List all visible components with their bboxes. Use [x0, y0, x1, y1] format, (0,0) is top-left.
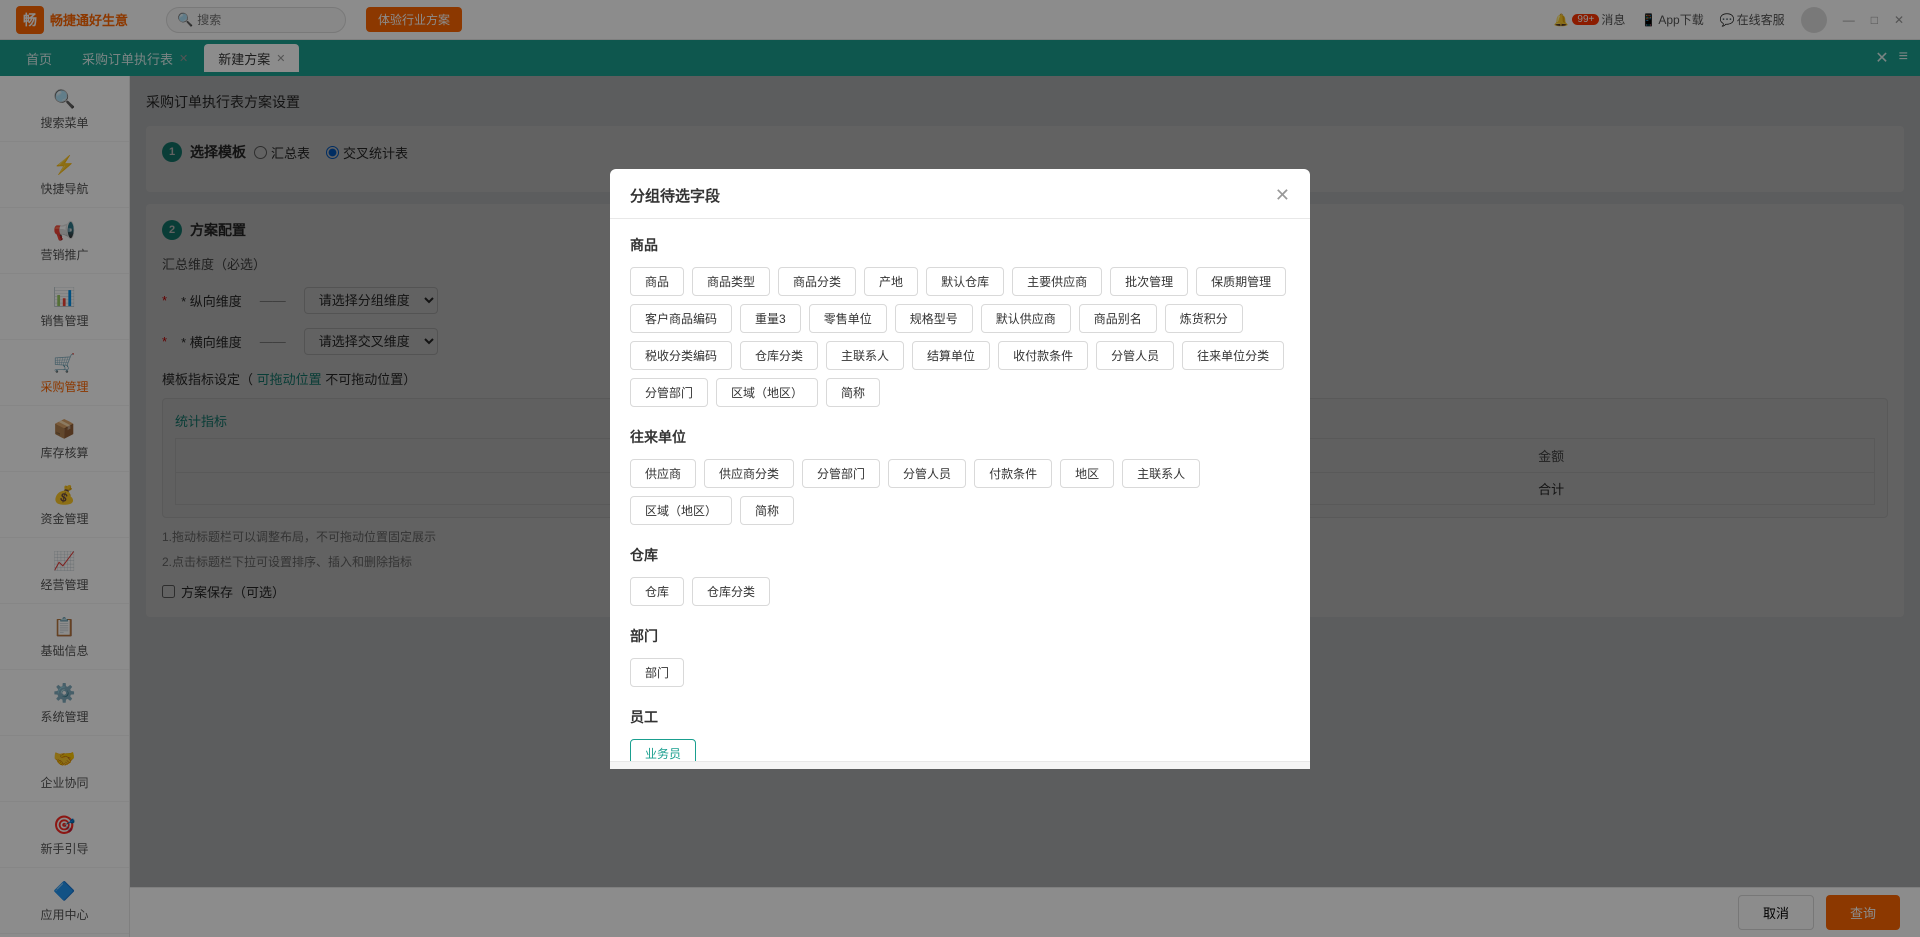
field-tag[interactable]: 部门 — [630, 658, 684, 687]
field-tag[interactable]: 商品类型 — [692, 267, 770, 296]
section-department: 部门 部门 — [630, 626, 1290, 687]
field-tag[interactable]: 分管人员 — [888, 459, 966, 488]
section-warehouse: 仓库 仓库 仓库分类 — [630, 545, 1290, 606]
product-field-tags: 商品 商品类型 商品分类 产地 默认仓库 主要供应商 批次管理 保质期管理 客户… — [630, 267, 1290, 407]
field-tag[interactable]: 重量3 — [740, 304, 801, 333]
field-tag[interactable]: 收付款条件 — [998, 341, 1088, 370]
field-select-modal: 分组待选字段 ✕ 商品 商品 商品类型 商品分类 产地 默认仓库 主要供应商 批… — [610, 169, 1310, 769]
field-tag[interactable]: 仓库分类 — [692, 577, 770, 606]
field-tag[interactable]: 简称 — [740, 496, 794, 525]
modal-header: 分组待选字段 ✕ — [610, 169, 1310, 219]
field-tag[interactable]: 结算单位 — [912, 341, 990, 370]
partner-field-tags: 供应商 供应商分类 分管部门 分管人员 付款条件 地区 主联系人 区域（地区） … — [630, 459, 1290, 525]
field-tag[interactable]: 零售单位 — [809, 304, 887, 333]
field-tag[interactable]: 付款条件 — [974, 459, 1052, 488]
field-tag[interactable]: 供应商 — [630, 459, 696, 488]
field-tag[interactable]: 主联系人 — [1122, 459, 1200, 488]
warehouse-field-tags: 仓库 仓库分类 — [630, 577, 1290, 606]
section-partner: 往来单位 供应商 供应商分类 分管部门 分管人员 付款条件 地区 主联系人 区域… — [630, 427, 1290, 525]
section-warehouse-title: 仓库 — [630, 545, 1290, 565]
field-tag[interactable]: 简称 — [826, 378, 880, 407]
modal-title: 分组待选字段 — [630, 185, 720, 206]
field-tag[interactable]: 主联系人 — [826, 341, 904, 370]
section-dept-title: 部门 — [630, 626, 1290, 646]
field-tag[interactable]: 产地 — [864, 267, 918, 296]
field-tag[interactable]: 规格型号 — [895, 304, 973, 333]
field-tag[interactable]: 区域（地区） — [716, 378, 818, 407]
field-tag[interactable]: 保质期管理 — [1196, 267, 1286, 296]
field-tag[interactable]: 供应商分类 — [704, 459, 794, 488]
field-tag[interactable]: 区域（地区） — [630, 496, 732, 525]
section-partner-title: 往来单位 — [630, 427, 1290, 447]
field-tag[interactable]: 商品分类 — [778, 267, 856, 296]
field-tag[interactable]: 分管部门 — [630, 378, 708, 407]
section-employee: 员工 业务员 — [630, 707, 1290, 761]
field-tag[interactable]: 分管部门 — [802, 459, 880, 488]
modal-close-button[interactable]: ✕ — [1275, 186, 1290, 204]
section-product-title: 商品 — [630, 235, 1290, 255]
field-tag[interactable]: 仓库分类 — [740, 341, 818, 370]
emp-field-tags: 业务员 — [630, 739, 1290, 761]
field-tag[interactable]: 批次管理 — [1110, 267, 1188, 296]
field-tag[interactable]: 商品 — [630, 267, 684, 296]
field-tag[interactable]: 税收分类编码 — [630, 341, 732, 370]
field-tag[interactable]: 地区 — [1060, 459, 1114, 488]
field-tag[interactable]: 主要供应商 — [1012, 267, 1102, 296]
field-tag[interactable]: 默认仓库 — [926, 267, 1004, 296]
field-tag[interactable]: 仓库 — [630, 577, 684, 606]
field-tag[interactable]: 默认供应商 — [981, 304, 1071, 333]
section-product: 商品 商品 商品类型 商品分类 产地 默认仓库 主要供应商 批次管理 保质期管理… — [630, 235, 1290, 407]
field-tag[interactable]: 客户商品编码 — [630, 304, 732, 333]
dept-field-tags: 部门 — [630, 658, 1290, 687]
field-tag[interactable]: 炼货积分 — [1165, 304, 1243, 333]
modal-body[interactable]: 商品 商品 商品类型 商品分类 产地 默认仓库 主要供应商 批次管理 保质期管理… — [610, 219, 1310, 761]
field-tag[interactable]: 商品别名 — [1079, 304, 1157, 333]
field-tag[interactable]: 往来单位分类 — [1182, 341, 1284, 370]
field-tag[interactable]: 分管人员 — [1096, 341, 1174, 370]
field-tag[interactable]: 业务员 — [630, 739, 696, 761]
modal-overlay: 分组待选字段 ✕ 商品 商品 商品类型 商品分类 产地 默认仓库 主要供应商 批… — [0, 0, 1920, 937]
modal-horizontal-scrollbar[interactable] — [610, 761, 1310, 769]
section-emp-title: 员工 — [630, 707, 1290, 727]
